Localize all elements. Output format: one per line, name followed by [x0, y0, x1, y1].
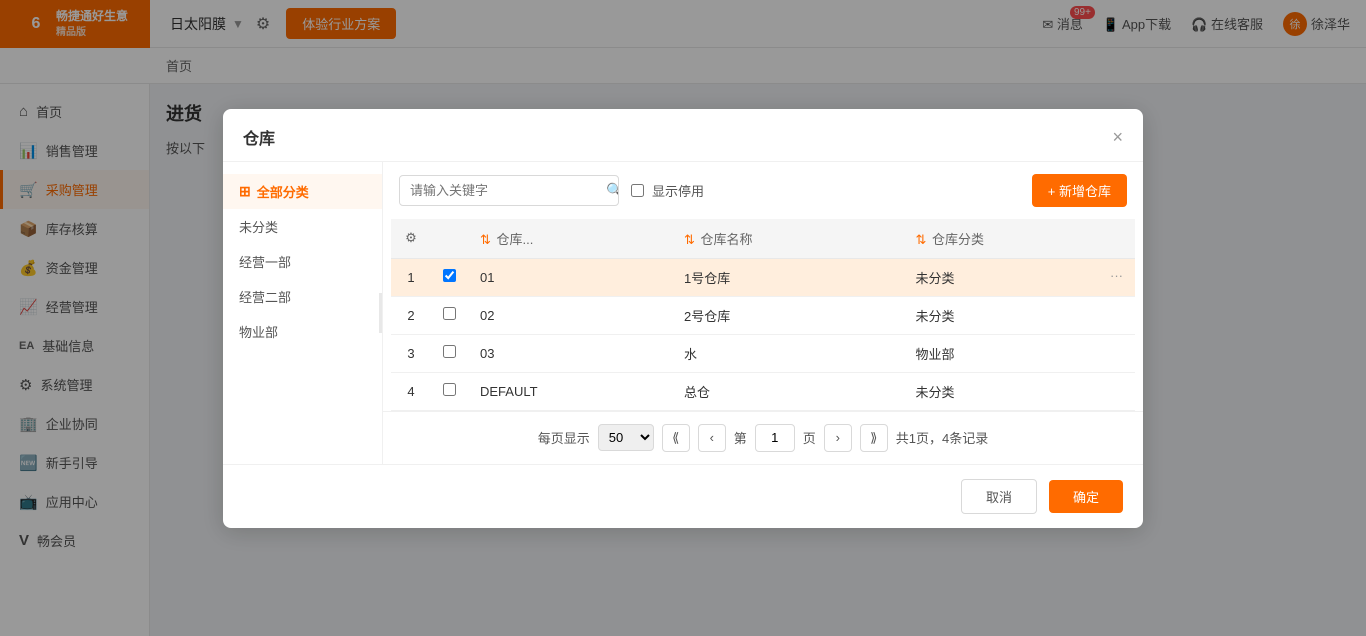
row-code: 01 — [468, 258, 672, 296]
add-warehouse-btn[interactable]: + 新增仓库 — [1032, 174, 1127, 207]
col-gear[interactable]: ⚙ — [391, 219, 431, 259]
table-row[interactable]: 1 01 1号仓库 未分类··· — [391, 258, 1135, 296]
per-page-label: 每页显示 — [538, 428, 590, 447]
sort-icon-name: ⇅ — [684, 232, 695, 247]
table-header-row: ⚙ ⇅ 仓库... ⇅ 仓库名称 — [391, 219, 1135, 259]
dialog-close-btn[interactable]: × — [1112, 128, 1123, 146]
row-category: 未分类 — [904, 372, 1136, 410]
total-label: 共1页，4条记录 — [896, 428, 988, 447]
show-disabled-checkbox[interactable]: 显示停用 — [631, 181, 704, 200]
category-panel: ⊞ 全部分类 未分类 经营一部 经营二部 物业部 《 — [223, 162, 383, 464]
table-toolbar: 🔍 显示停用 + 新增仓库 — [383, 162, 1143, 219]
search-input[interactable] — [400, 177, 596, 204]
row-name: 总仓 — [672, 372, 903, 410]
page-next-btn[interactable]: › — [824, 424, 852, 452]
show-disabled-check[interactable] — [631, 184, 644, 197]
page-prev-btn[interactable]: ‹ — [698, 424, 726, 452]
row-category: 未分类 — [904, 296, 1136, 334]
show-disabled-label: 显示停用 — [652, 181, 704, 200]
table-row[interactable]: 2 02 2号仓库 未分类 — [391, 296, 1135, 334]
page-label-post: 页 — [803, 428, 816, 447]
page-last-btn[interactable]: ⟫ — [860, 424, 888, 452]
sort-icon-code: ⇅ — [480, 232, 491, 247]
cat-item-dept1[interactable]: 经营一部 — [223, 244, 382, 279]
row-name: 2号仓库 — [672, 296, 903, 334]
sort-icon-cat: ⇅ — [916, 232, 927, 247]
row-actions-btn[interactable]: ··· — [1110, 268, 1123, 283]
row-name: 水 — [672, 334, 903, 372]
row-seq: 1 — [391, 258, 431, 296]
col-category[interactable]: ⇅ 仓库分类 — [904, 219, 1136, 259]
table-panel: 🔍 显示停用 + 新增仓库 ⚙ — [383, 162, 1143, 464]
dialog-header: 仓库 × — [223, 109, 1143, 162]
row-checkbox[interactable] — [431, 334, 468, 372]
row-code: DEFAULT — [468, 372, 672, 410]
pagination: 每页显示 50 20 100 ⟪ ‹ 第 页 › ⟫ 共1页，4条记录 — [383, 411, 1143, 464]
row-code: 02 — [468, 296, 672, 334]
category-collapse-btn[interactable]: 《 — [379, 293, 383, 333]
search-box: 🔍 — [399, 175, 619, 206]
row-checkbox[interactable] — [431, 296, 468, 334]
col-check — [431, 219, 468, 259]
row-seq: 2 — [391, 296, 431, 334]
col-code[interactable]: ⇅ 仓库... — [468, 219, 672, 259]
per-page-select[interactable]: 50 20 100 — [598, 424, 654, 451]
warehouse-table: ⚙ ⇅ 仓库... ⇅ 仓库名称 — [391, 219, 1135, 411]
row-checkbox[interactable] — [431, 258, 468, 296]
row-code: 03 — [468, 334, 672, 372]
table-row[interactable]: 4 DEFAULT 总仓 未分类 — [391, 372, 1135, 410]
grid-icon: ⊞ — [239, 183, 251, 200]
cat-item-property[interactable]: 物业部 — [223, 314, 382, 349]
col-name[interactable]: ⇅ 仓库名称 — [672, 219, 903, 259]
confirm-button[interactable]: 确定 — [1049, 480, 1123, 513]
table-row[interactable]: 3 03 水 物业部 — [391, 334, 1135, 372]
data-table: ⚙ ⇅ 仓库... ⇅ 仓库名称 — [383, 219, 1143, 411]
cat-all-label: 全部分类 — [257, 182, 309, 201]
cat-item-uncat[interactable]: 未分类 — [223, 209, 382, 244]
row-checkbox[interactable] — [431, 372, 468, 410]
cancel-button[interactable]: 取消 — [961, 479, 1037, 514]
dialog-overlay: 仓库 × ⊞ 全部分类 未分类 经营一部 经营二部 物业部 《 — [0, 0, 1366, 636]
page-first-btn[interactable]: ⟪ — [662, 424, 690, 452]
row-seq: 3 — [391, 334, 431, 372]
dialog-title: 仓库 — [243, 125, 275, 149]
page-label-pre: 第 — [734, 428, 747, 447]
dialog-body: ⊞ 全部分类 未分类 经营一部 经营二部 物业部 《 🔍 — [223, 162, 1143, 464]
row-category: 物业部 — [904, 334, 1136, 372]
warehouse-dialog: 仓库 × ⊞ 全部分类 未分类 经营一部 经营二部 物业部 《 — [223, 109, 1143, 528]
page-number-input[interactable] — [755, 424, 795, 452]
row-category: 未分类··· — [904, 258, 1136, 296]
row-name: 1号仓库 — [672, 258, 903, 296]
search-icon[interactable]: 🔍 — [596, 176, 619, 205]
chevron-left-icon: 《 — [381, 304, 383, 321]
cat-all-btn[interactable]: ⊞ 全部分类 — [223, 174, 382, 209]
row-seq: 4 — [391, 372, 431, 410]
cat-item-dept2[interactable]: 经营二部 — [223, 279, 382, 314]
dialog-footer: 取消 确定 — [223, 464, 1143, 528]
